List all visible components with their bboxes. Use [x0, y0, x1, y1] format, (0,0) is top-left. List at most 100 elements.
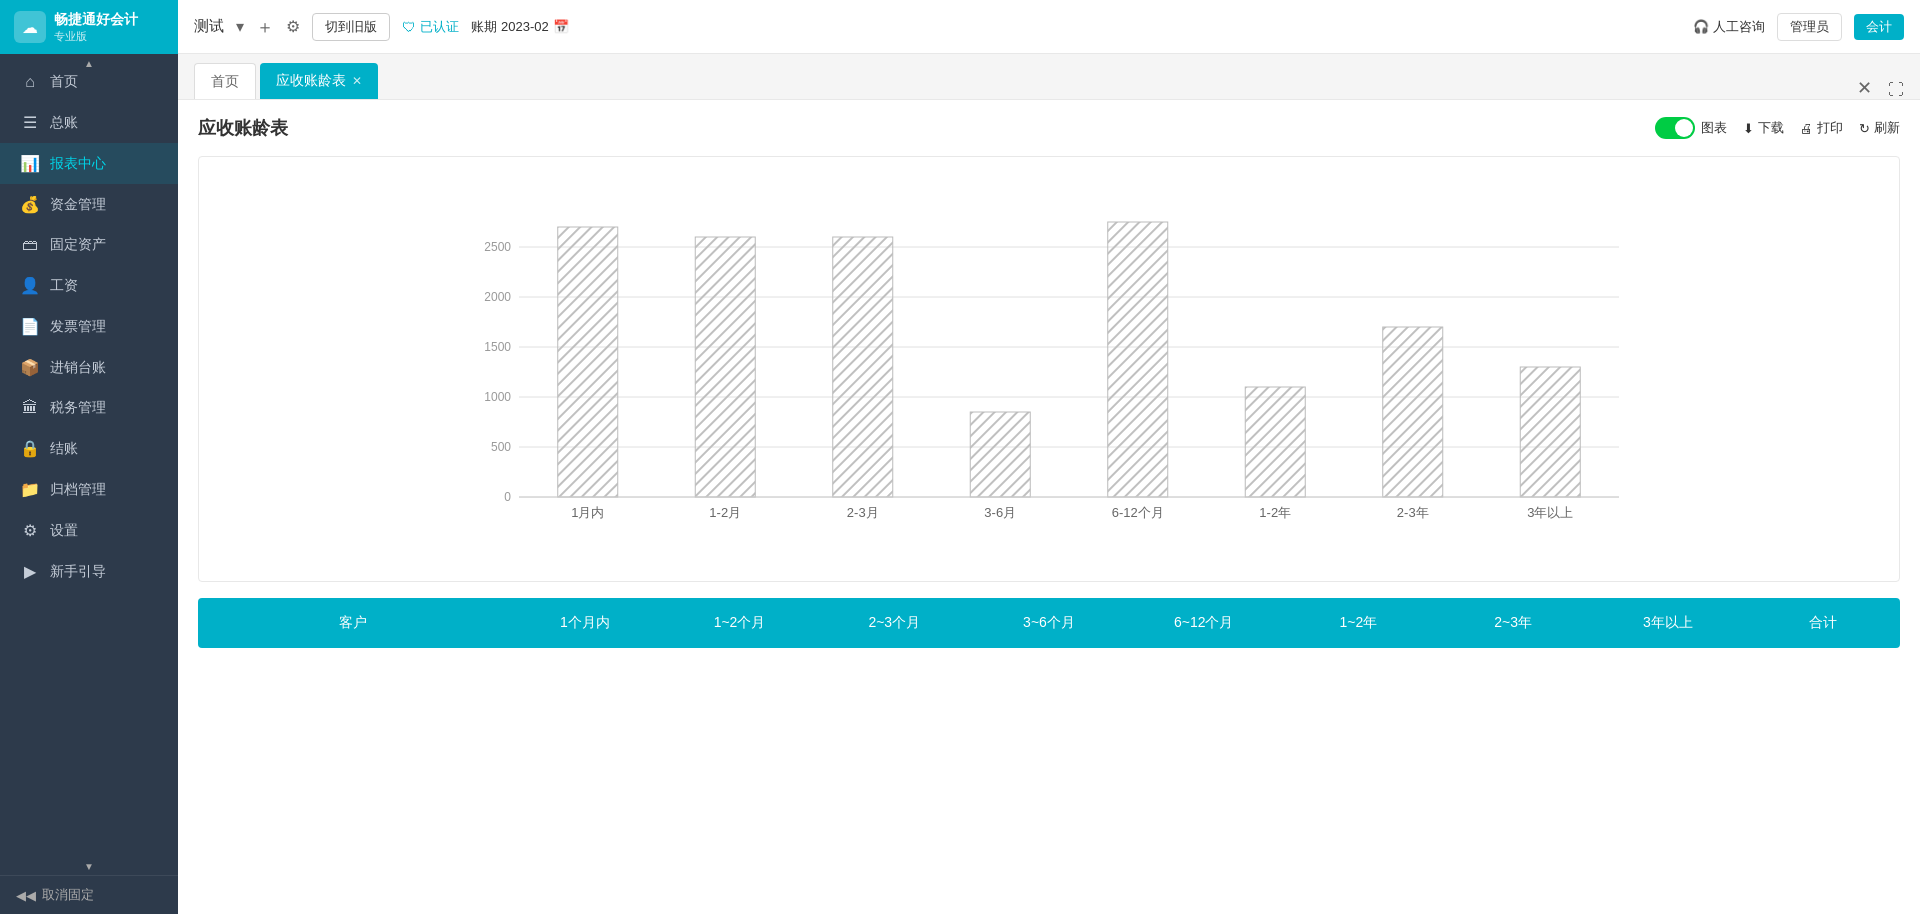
manager-button[interactable]: 管理员 — [1777, 13, 1842, 41]
svg-rect-23 — [1245, 387, 1305, 497]
header-6~12个月: 6~12个月 — [1126, 598, 1281, 648]
header-客户: 客户 — [198, 598, 507, 648]
switch-version-button[interactable]: 切到旧版 — [312, 13, 390, 41]
cancel-fixed-button[interactable]: ◀◀ 取消固定 — [0, 875, 178, 914]
ledger-icon: ☰ — [20, 113, 40, 132]
chart-toggle[interactable] — [1655, 117, 1695, 139]
table-header: 客户1个月内1~2个月2~3个月3~6个月6~12个月1~2年2~3年3年以上合… — [198, 598, 1900, 648]
sidebar-item-salary[interactable]: 👤 工资 — [0, 265, 178, 306]
sidebar-item-archive[interactable]: 📁 归档管理 — [0, 469, 178, 510]
invoice-icon: 📄 — [20, 317, 40, 336]
sidebar-label-guide: 新手引导 — [50, 563, 106, 581]
page-header: 应收账龄表 图表 ⬇ 下载 🖨 打印 — [198, 116, 1900, 140]
svg-text:1-2年: 1-2年 — [1259, 505, 1291, 520]
download-label: 下载 — [1758, 119, 1784, 137]
sidebar-label-home: 首页 — [50, 73, 78, 91]
content-area: 应收账龄表 图表 ⬇ 下载 🖨 打印 — [178, 100, 1920, 914]
consult-button[interactable]: 🎧 人工咨询 — [1693, 18, 1765, 36]
svg-rect-13 — [558, 227, 618, 497]
svg-text:2000: 2000 — [484, 290, 511, 304]
tab-aging-label: 应收账龄表 — [276, 72, 346, 90]
setting-icon[interactable]: ⚙ — [286, 17, 300, 36]
period-label: 账期 — [471, 18, 497, 36]
tabs-close-button[interactable]: ✕ — [1857, 77, 1872, 99]
chart-toggle-wrap: 图表 — [1655, 117, 1727, 139]
consult-label: 人工咨询 — [1713, 18, 1765, 36]
sidebar-label-fixed: 固定资产 — [50, 236, 106, 254]
sidebar-item-guide[interactable]: ▶ 新手引导 — [0, 551, 178, 592]
toggle-knob — [1675, 119, 1693, 137]
reports-icon: 📊 — [20, 154, 40, 173]
print-button[interactable]: 🖨 打印 — [1800, 119, 1843, 137]
sidebar-label-invoice: 发票管理 — [50, 318, 106, 336]
workspace-dropdown[interactable]: ▾ — [236, 17, 244, 36]
svg-text:6-12个月: 6-12个月 — [1112, 505, 1164, 520]
headset-icon: 🎧 — [1693, 19, 1709, 34]
refresh-button[interactable]: ↻ 刷新 — [1859, 119, 1900, 137]
svg-text:1500: 1500 — [484, 340, 511, 354]
tab-aging[interactable]: 应收账龄表 ✕ — [260, 63, 378, 99]
tab-home-label: 首页 — [211, 73, 239, 91]
logo-text: 畅捷通好会计 — [54, 10, 138, 28]
svg-text:0: 0 — [504, 490, 511, 504]
add-workspace-button[interactable]: ＋ — [256, 15, 274, 39]
header-2~3个月: 2~3个月 — [817, 598, 972, 648]
sidebar-nav: ⌂ 首页 ☰ 总账 📊 报表中心 💰 资金管理 🗃 固定资产 👤 工资 📄 发票… — [0, 54, 178, 600]
header-1个月内: 1个月内 — [507, 598, 662, 648]
fund-icon: 💰 — [20, 195, 40, 214]
tabs-expand-button[interactable]: ⛶ — [1888, 81, 1904, 99]
svg-text:2500: 2500 — [484, 240, 511, 254]
calendar-icon[interactable]: 📅 — [553, 19, 569, 34]
period-value: 2023-02 — [501, 19, 549, 34]
home-icon: ⌂ — [20, 73, 40, 91]
sidebar-item-reports[interactable]: 📊 报表中心 — [0, 143, 178, 184]
sidebar-item-ledger[interactable]: ☰ 总账 — [0, 102, 178, 143]
print-icon: 🖨 — [1800, 121, 1813, 136]
close-icon: 🔒 — [20, 439, 40, 458]
sidebar-item-fixed[interactable]: 🗃 固定资产 — [0, 225, 178, 265]
header-合计: 合计 — [1745, 598, 1900, 648]
fixed-icon: 🗃 — [20, 236, 40, 254]
header-1~2年: 1~2年 — [1281, 598, 1436, 648]
sidebar-scroll: ▲ ⌂ 首页 ☰ 总账 📊 报表中心 💰 资金管理 🗃 固定资产 👤 工资 📄 … — [0, 54, 178, 875]
sidebar-item-close[interactable]: 🔒 结账 — [0, 428, 178, 469]
download-button[interactable]: ⬇ 下载 — [1743, 119, 1784, 137]
chart-toggle-label: 图表 — [1701, 119, 1727, 137]
svg-rect-25 — [1383, 327, 1443, 497]
sidebar-label-archive: 归档管理 — [50, 481, 106, 499]
sidebar-logo: ☁ 畅捷通好会计 专业版 — [0, 0, 178, 54]
sidebar-label-settings: 设置 — [50, 522, 78, 540]
cancel-fixed-icon: ◀◀ — [16, 888, 36, 903]
sidebar-item-invoice[interactable]: 📄 发票管理 — [0, 306, 178, 347]
header-3~6个月: 3~6个月 — [972, 598, 1127, 648]
shield-icon: 🛡 — [402, 19, 416, 35]
sidebar-label-trade: 进销台账 — [50, 359, 106, 377]
tab-home[interactable]: 首页 — [194, 63, 256, 99]
sidebar-item-tax[interactable]: 🏛 税务管理 — [0, 388, 178, 428]
sidebar-label-tax: 税务管理 — [50, 399, 106, 417]
chart-area: 050010001500200025001月内1-2月2-3月3-6月6-12个… — [198, 156, 1900, 582]
svg-text:3年以上: 3年以上 — [1527, 505, 1573, 520]
sidebar-scroll-up[interactable]: ▲ — [0, 54, 178, 72]
svg-text:2-3年: 2-3年 — [1397, 505, 1429, 520]
tab-aging-close[interactable]: ✕ — [352, 74, 362, 88]
cancel-fixed-label: 取消固定 — [42, 886, 94, 904]
guide-icon: ▶ — [20, 562, 40, 581]
svg-text:3-6月: 3-6月 — [984, 505, 1016, 520]
sidebar-item-fund[interactable]: 💰 资金管理 — [0, 184, 178, 225]
svg-text:1000: 1000 — [484, 390, 511, 404]
role-button[interactable]: 会计 — [1854, 14, 1904, 40]
sidebar-item-trade[interactable]: 📦 进销台账 — [0, 347, 178, 388]
tabs-bar: 首页 应收账龄表 ✕ ✕ ⛶ — [178, 54, 1920, 100]
certified-label: 已认证 — [420, 18, 459, 36]
sidebar-label-salary: 工资 — [50, 277, 78, 295]
main-area: 测试 ▾ ＋ ⚙ 切到旧版 🛡 已认证 账期 2023-02 📅 🎧 人工咨询 … — [178, 0, 1920, 914]
workspace-name: 测试 — [194, 17, 224, 36]
sidebar-item-settings[interactable]: ⚙ 设置 — [0, 510, 178, 551]
svg-rect-19 — [970, 412, 1030, 497]
table-container: 客户1个月内1~2个月2~3个月3~6个月6~12个月1~2年2~3年3年以上合… — [198, 598, 1900, 648]
sidebar: ☁ 畅捷通好会计 专业版 ▲ ⌂ 首页 ☰ 总账 📊 报表中心 💰 资金管理 🗃… — [0, 0, 178, 914]
page-title: 应收账龄表 — [198, 116, 1655, 140]
sidebar-scroll-down[interactable]: ▼ — [0, 857, 178, 875]
settings-icon: ⚙ — [20, 521, 40, 540]
